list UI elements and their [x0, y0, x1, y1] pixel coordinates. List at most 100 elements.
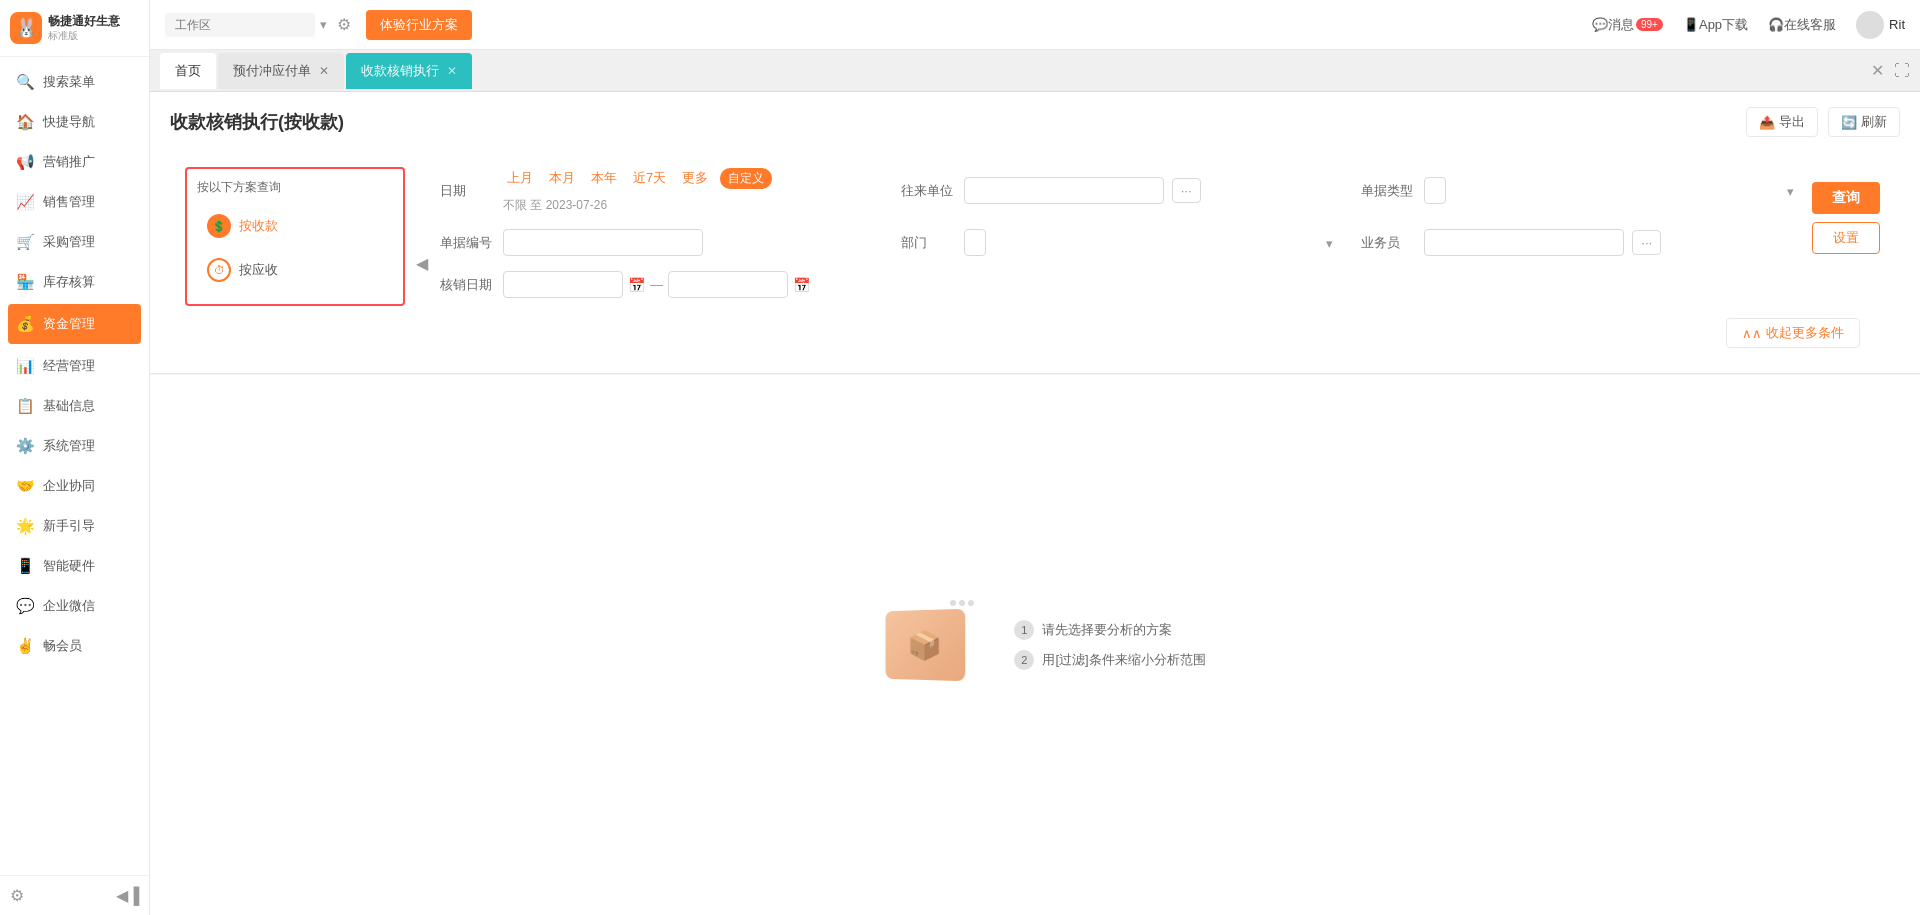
filter-row-1: 日期 上月 本月 本年 近7天 更多 自定义 不限 至 2023-07-26 — [440, 167, 1802, 214]
tab-prepay-close-icon[interactable]: ✕ — [319, 64, 329, 78]
empty-box: 📦 — [886, 609, 966, 682]
empty-dot-2 — [959, 600, 965, 606]
verify-date-end-input[interactable]: 2023-07-21 — [668, 271, 788, 298]
sidebar-item-sales-label: 销售管理 — [43, 193, 95, 211]
refresh-button[interactable]: 🔄 刷新 — [1828, 107, 1900, 137]
user-name: Rit — [1889, 17, 1905, 32]
sidebar-item-inventory-label: 库存核算 — [43, 273, 95, 291]
collapse-more-icon: ∧∧ — [1742, 326, 1762, 341]
user-avatar — [1856, 11, 1884, 39]
user-info[interactable]: Rit — [1856, 11, 1905, 39]
sidebar-settings-icon[interactable]: ⚙ — [10, 886, 24, 905]
by-receipt-icon: 💲 — [207, 214, 231, 238]
date-tab-7days[interactable]: 近7天 — [629, 167, 670, 189]
dept-select-wrap — [964, 229, 1342, 256]
message-button[interactable]: 💬 消息 99+ — [1592, 16, 1663, 34]
topbar-gear-icon[interactable]: ⚙ — [337, 15, 351, 34]
tabbar: 首页 预付冲应付单 ✕ 收款核销执行 ✕ ✕ ⛶ — [150, 50, 1920, 92]
doc-no-input[interactable] — [503, 229, 703, 256]
app-download-button[interactable]: 📱 App下载 — [1683, 16, 1748, 34]
tab-verify-label: 收款核销执行 — [361, 62, 439, 80]
smart-hw-icon: 📱 — [15, 556, 35, 576]
sidebar-item-finance-label: 资金管理 — [43, 315, 95, 333]
filter-option-by-receipt[interactable]: 💲 按收款 — [197, 206, 393, 246]
logo-sub: 标准版 — [48, 29, 120, 42]
dept-select[interactable] — [964, 229, 986, 256]
tab-verify-close-icon[interactable]: ✕ — [447, 64, 457, 78]
sidebar-item-smart-hw[interactable]: 📱 智能硬件 — [0, 546, 149, 586]
settings-button[interactable]: 设置 — [1812, 222, 1880, 254]
tab-prepay-label: 预付冲应付单 — [233, 62, 311, 80]
message-badge: 99+ — [1636, 18, 1663, 31]
export-button[interactable]: 📤 导出 — [1746, 107, 1818, 137]
sidebar-item-marketing[interactable]: 📢 营销推广 — [0, 142, 149, 182]
date-tab-this-month[interactable]: 本月 — [545, 167, 579, 189]
page-content: 收款核销执行(按收款) 📤 导出 🔄 刷新 按以下 — [150, 92, 1920, 915]
sidebar-item-guide[interactable]: 🌟 新手引导 — [0, 506, 149, 546]
online-service-button[interactable]: 🎧 在线客服 — [1768, 16, 1836, 34]
tab-expand-icon[interactable]: ⛶ — [1894, 62, 1910, 80]
tab-home[interactable]: 首页 — [160, 53, 216, 89]
message-icon: 💬 — [1592, 17, 1608, 32]
unit-input[interactable] — [964, 177, 1164, 204]
sidebar-item-finance[interactable]: 💰 资金管理 — [8, 304, 141, 344]
sidebar: 🐰 畅捷通好生意 标准版 🔍 搜索菜单 🏠 快捷导航 📢 营销推广 📈 销售管理… — [0, 0, 150, 915]
salesperson-filter: 业务员 ··· — [1361, 229, 1802, 256]
sidebar-item-purchase[interactable]: 🛒 采购管理 — [0, 222, 149, 262]
sidebar-item-wechat[interactable]: 💬 企业微信 — [0, 586, 149, 626]
sidebar-item-management[interactable]: 📊 经营管理 — [0, 346, 149, 386]
salesperson-input[interactable] — [1424, 229, 1624, 256]
empty-illustration: 📦 — [864, 595, 984, 695]
date-tab-last-month[interactable]: 上月 — [503, 167, 537, 189]
salesperson-label: 业务员 — [1361, 234, 1416, 252]
date-range-text: 不限 至 2023-07-26 — [503, 197, 607, 214]
date-tab-more[interactable]: 更多 — [678, 167, 712, 189]
dept-label: 部门 — [901, 234, 956, 252]
topbar-right: 💬 消息 99+ 📱 App下载 🎧 在线客服 Rit — [1592, 11, 1905, 39]
verify-date-end-calendar-icon[interactable]: 📅 — [793, 277, 810, 293]
tab-verify[interactable]: 收款核销执行 ✕ — [346, 53, 472, 89]
page-header: 收款核销执行(按收款) 📤 导出 🔄 刷新 按以下 — [150, 92, 1920, 374]
verify-date-start-input[interactable]: 2023-03-01 — [503, 271, 623, 298]
empty-hint-1: 1 请先选择要分析的方案 — [1014, 620, 1205, 640]
sidebar-item-search[interactable]: 🔍 搜索菜单 — [0, 62, 149, 102]
sidebar-item-enterprise[interactable]: 🤝 企业协同 — [0, 466, 149, 506]
system-icon: ⚙️ — [15, 436, 35, 456]
sidebar-item-purchase-label: 采购管理 — [43, 233, 95, 251]
salesperson-ellipsis-button[interactable]: ··· — [1632, 230, 1661, 255]
unit-ellipsis-button[interactable]: ··· — [1172, 178, 1201, 203]
sidebar-item-member-label: 畅会员 — [43, 637, 82, 655]
solution-button[interactable]: 体验行业方案 — [366, 10, 472, 40]
doc-type-select[interactable] — [1424, 177, 1446, 204]
sidebar-item-basic-info-label: 基础信息 — [43, 397, 95, 415]
empty-hint-2: 2 用[过滤]条件来缩小分析范围 — [1014, 650, 1205, 670]
online-service-label: 在线客服 — [1784, 16, 1836, 34]
sidebar-item-basic-info[interactable]: 📋 基础信息 — [0, 386, 149, 426]
enterprise-icon: 🤝 — [15, 476, 35, 496]
empty-box-face: 📦 — [907, 628, 942, 662]
sidebar-item-quick-nav[interactable]: 🏠 快捷导航 — [0, 102, 149, 142]
date-tab-this-year[interactable]: 本年 — [587, 167, 621, 189]
tab-close-all-icon[interactable]: ✕ — [1871, 61, 1884, 80]
sidebar-item-member[interactable]: ✌ 畅会员 — [0, 626, 149, 666]
service-icon: 🎧 — [1768, 17, 1784, 32]
sidebar-item-system[interactable]: ⚙️ 系统管理 — [0, 426, 149, 466]
tab-prepay[interactable]: 预付冲应付单 ✕ — [218, 53, 344, 89]
workspace-dropdown-icon[interactable]: ▾ — [320, 17, 327, 32]
sidebar-item-sales[interactable]: 📈 销售管理 — [0, 182, 149, 222]
by-receipt-label: 按收款 — [239, 217, 278, 235]
query-button[interactable]: 查询 — [1812, 182, 1880, 214]
sidebar-collapse-icon[interactable]: ◀▐ — [116, 886, 139, 905]
filter-row-2: 单据编号 部门 业务员 — [440, 229, 1802, 256]
filter-left-panel: 按以下方案查询 💲 按收款 ⏱ 按应收 — [185, 167, 405, 306]
date-custom-badge[interactable]: 自定义 — [720, 168, 772, 189]
collapse-more-button[interactable]: ∧∧ 收起更多条件 — [1726, 318, 1860, 348]
verify-date-start-calendar-icon[interactable]: 📅 — [628, 277, 645, 293]
sidebar-item-inventory[interactable]: 🏪 库存核算 — [0, 262, 149, 302]
filter-left-collapse-icon[interactable]: ◀ — [416, 253, 428, 272]
filter-option-by-receivable[interactable]: ⏱ 按应收 — [197, 250, 393, 290]
workspace-input[interactable] — [165, 13, 315, 37]
inventory-icon: 🏪 — [15, 272, 35, 292]
topbar-left: ▾ ⚙ 体验行业方案 — [165, 10, 1592, 40]
collapse-more-label: 收起更多条件 — [1766, 324, 1844, 342]
